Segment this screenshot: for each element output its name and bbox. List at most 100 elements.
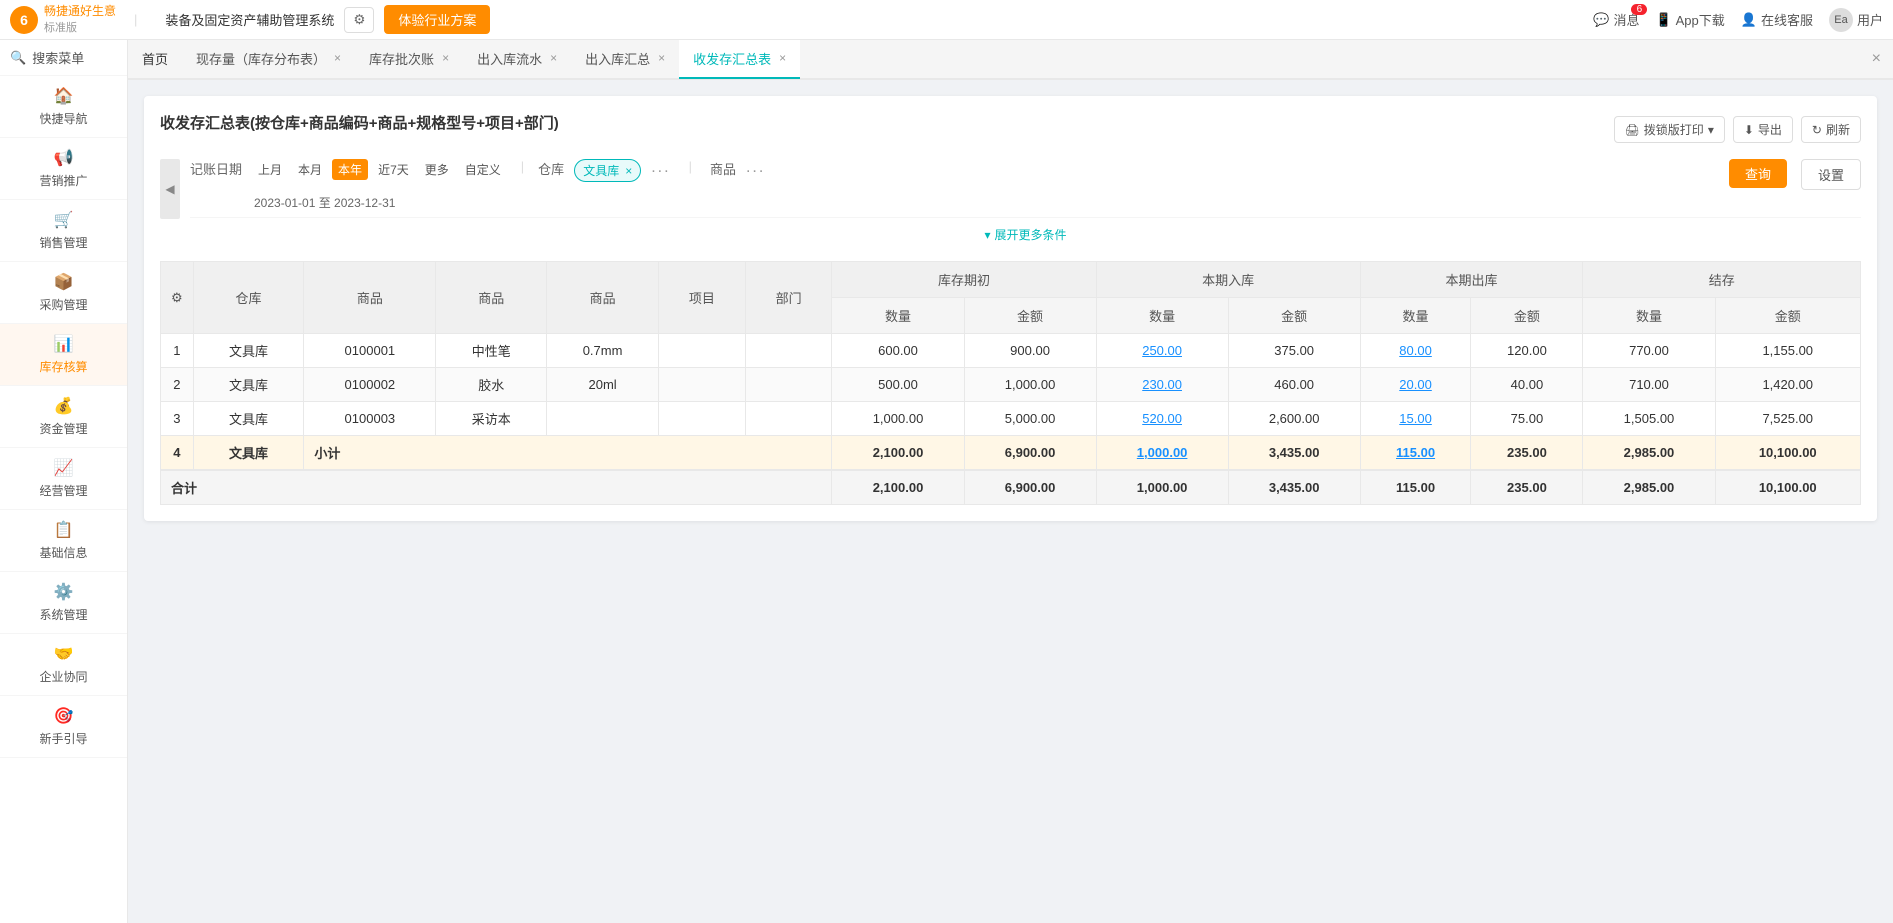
th-group-in: 本期入库 [1096, 262, 1360, 298]
message-item[interactable]: 💬 消息 6 [1593, 10, 1639, 29]
online-service-item[interactable]: 👤 在线客服 [1741, 10, 1813, 29]
th-group-out: 本期出库 [1360, 262, 1583, 298]
sidebar-label-enterprise: 企业协同 [39, 668, 87, 685]
th-group-bal: 结存 [1583, 262, 1861, 298]
app-download-label: App下载 [1676, 10, 1725, 29]
th-bal-qty: 数量 [1583, 298, 1715, 334]
cell-init-qty: 1,000.00 [832, 402, 964, 436]
warehouse-tag-close[interactable]: × [625, 164, 632, 178]
cell-in-qty-link[interactable]: 230.00 [1096, 368, 1228, 402]
sidebar-item-operations[interactable]: 📈 经营管理 [0, 448, 127, 510]
sidebar-item-quick-nav[interactable]: 🏠 快捷导航 [0, 76, 127, 138]
date-btn-more[interactable]: 更多 [419, 159, 455, 180]
print-button[interactable]: 🖨 拨锁版打印 ▾ [1614, 116, 1725, 143]
subtotal-warehouse: 文具库 [193, 436, 304, 471]
tab-batch[interactable]: 库存批次账 × [355, 40, 463, 79]
sidebar-item-enterprise[interactable]: 🤝 企业协同 [0, 634, 127, 696]
tab-batch-close[interactable]: × [442, 51, 449, 65]
cell-out-qty-link[interactable]: 80.00 [1360, 334, 1471, 368]
page-card: 收发存汇总表(按仓库+商品编码+商品+规格型号+项目+部门) 🖨 拨锁版打印 ▾… [144, 96, 1877, 521]
date-btn-this-year[interactable]: 本年 [332, 159, 368, 180]
sidebar-item-basic-info[interactable]: 📋 基础信息 [0, 510, 127, 572]
total-label: 合计 [161, 470, 832, 505]
user-item[interactable]: Ea 用户 [1829, 8, 1883, 32]
sidebar-item-marketing[interactable]: 📢 营销推广 [0, 138, 127, 200]
sidebar-item-system[interactable]: ⚙️ 系统管理 [0, 572, 127, 634]
query-button[interactable]: 查询 [1729, 159, 1787, 188]
app-download-item[interactable]: 📱 App下载 [1655, 10, 1724, 29]
gear-button[interactable]: ⚙ [344, 7, 374, 33]
tab-inout-flow[interactable]: 出入库流水 × [463, 40, 571, 79]
expand-conditions-button[interactable]: ▾ 展开更多条件 [976, 222, 1074, 247]
collapse-button[interactable]: ◀ [160, 159, 180, 219]
tab-inout-flow-close[interactable]: × [550, 51, 557, 65]
cell-in-qty-link[interactable]: 520.00 [1096, 402, 1228, 436]
goods-more-dots[interactable]: ... [746, 159, 765, 177]
subtotal-in-qty-link[interactable]: 1,000.00 [1096, 436, 1228, 471]
date-range-display: 2023-01-01 至 2023-12-31 [250, 194, 1861, 211]
cell-out-amt: 75.00 [1471, 402, 1583, 436]
total-bal-amt: 10,100.00 [1715, 470, 1861, 505]
total-bal-qty: 2,985.00 [1583, 470, 1715, 505]
close-all-tabs[interactable]: × [1860, 50, 1893, 68]
refresh-icon: ↻ [1812, 123, 1822, 137]
export-button[interactable]: ⬇ 导出 [1733, 116, 1793, 143]
tab-stock-dist[interactable]: 现存量（库存分布表） × [182, 40, 355, 79]
cell-bal-qty: 710.00 [1583, 368, 1715, 402]
cell-in-qty-link[interactable]: 250.00 [1096, 334, 1228, 368]
warehouse-filter-tag: 文具库 × [574, 159, 641, 182]
subtotal-out-amt: 235.00 [1471, 436, 1583, 471]
filter-row-date: 记账日期 上月 本月 本年 近7天 更多 自定义 | [190, 159, 1861, 190]
cell-spec [547, 402, 659, 436]
sidebar-label-quick-nav: 快捷导航 [39, 110, 87, 127]
cell-warehouse: 文具库 [193, 402, 304, 436]
cell-out-qty-link[interactable]: 20.00 [1360, 368, 1471, 402]
subtotal-out-qty-link[interactable]: 115.00 [1360, 436, 1471, 471]
sidebar-label-sales: 销售管理 [39, 234, 87, 251]
cell-init-qty: 600.00 [832, 334, 964, 368]
total-out-qty: 115.00 [1360, 470, 1471, 505]
tab-home[interactable]: 首页 [128, 40, 182, 79]
warehouse-more-dots[interactable]: ... [651, 159, 670, 177]
cell-name: 采访本 [436, 402, 547, 436]
message-badge: 6 [1631, 4, 1647, 15]
cell-no: 2 [161, 368, 194, 402]
subtotal-init-amt: 6,900.00 [964, 436, 1096, 471]
date-btn-custom[interactable]: 自定义 [459, 159, 507, 180]
table-row: 2 文具库 0100002 胶水 20ml 500.00 1,000.00 [161, 368, 1861, 402]
sidebar-item-purchase[interactable]: 📦 采购管理 [0, 262, 127, 324]
service-icon: 👤 [1741, 12, 1757, 28]
refresh-button[interactable]: ↻ 刷新 [1801, 116, 1861, 143]
sidebar-item-newbie[interactable]: 🎯 新手引导 [0, 696, 127, 758]
tab-recv-send[interactable]: 收发存汇总表 × [679, 40, 800, 79]
table-header-group: ⚙ 仓库 商品 商品 商品 项目 部门 库存期初 本期入库 本期出库 [161, 262, 1861, 298]
date-btn-last-month[interactable]: 上月 [252, 159, 288, 180]
subtotal-no: 4 [161, 436, 194, 471]
tab-stock-dist-close[interactable]: × [334, 51, 341, 65]
sidebar-item-finance[interactable]: 💰 资金管理 [0, 386, 127, 448]
tab-inout-summary[interactable]: 出入库汇总 × [571, 40, 679, 79]
cell-out-qty-link[interactable]: 15.00 [1360, 402, 1471, 436]
table-row: 1 文具库 0100001 中性笔 0.7mm 600.00 900.00 [161, 334, 1861, 368]
sidebar-item-sales[interactable]: 🛒 销售管理 [0, 200, 127, 262]
warehouse-label: 仓库 [538, 159, 564, 178]
cell-bal-amt: 1,420.00 [1715, 368, 1861, 402]
settings-button[interactable]: 设置 [1801, 159, 1861, 190]
purchase-icon: 📦 [54, 272, 74, 292]
sidebar-item-search[interactable]: 🔍 搜索菜单 [0, 40, 127, 76]
date-range-text: 2023-01-01 至 2023-12-31 [254, 196, 395, 210]
th-settings[interactable]: ⚙ [161, 262, 194, 334]
basicinfo-icon: 📋 [54, 520, 74, 540]
user-initial: Ea [1834, 14, 1847, 26]
enterprise-icon: 🤝 [54, 644, 74, 664]
tab-inout-summary-close[interactable]: × [658, 51, 665, 65]
th-bal-amt: 金额 [1715, 298, 1861, 334]
sidebar-label-system: 系统管理 [39, 606, 87, 623]
date-btn-this-month[interactable]: 本月 [292, 159, 328, 180]
date-btn-7days[interactable]: 近7天 [372, 159, 415, 180]
tab-recv-send-close[interactable]: × [779, 51, 786, 65]
sidebar-item-inventory[interactable]: 📊 库存核算 [0, 324, 127, 386]
cell-name: 中性笔 [436, 334, 547, 368]
try-industry-button[interactable]: 体验行业方案 [384, 5, 490, 34]
logo-icon: 6 [10, 6, 38, 34]
